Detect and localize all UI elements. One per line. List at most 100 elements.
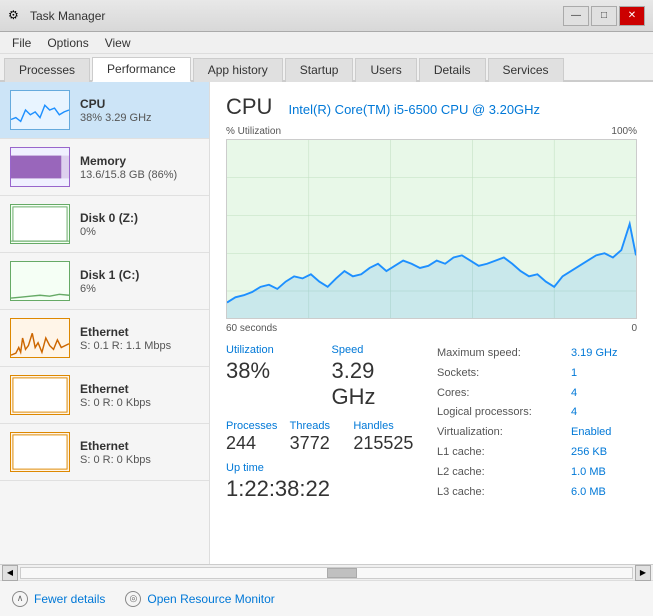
tab-details[interactable]: Details <box>419 58 486 82</box>
utilization-stat: Utilization 38% <box>226 344 312 410</box>
eth0-info: Ethernet S: 0.1 R: 1.1 Mbps <box>80 325 199 352</box>
eth2-label: Ethernet <box>80 439 199 453</box>
memory-value: 13.6/15.8 GB (86%) <box>80 169 199 181</box>
info-max-speed: Maximum speed: 3.19 GHz <box>437 344 637 364</box>
chart-label-utilization: % Utilization <box>226 126 281 137</box>
menu-view[interactable]: View <box>97 34 139 52</box>
sidebar-item-memory[interactable]: Memory 13.6/15.8 GB (86%) <box>0 139 209 196</box>
scroll-left-arrow[interactable]: ◀ <box>2 565 18 581</box>
info-key-l2: L2 cache: <box>437 463 567 483</box>
memory-info: Memory 13.6/15.8 GB (86%) <box>80 154 199 181</box>
eth1-thumb <box>10 375 70 415</box>
info-key-cores: Cores: <box>437 384 567 404</box>
stats-main: Utilization 38% Speed 3.29 GHz <box>226 344 417 410</box>
handles-stat: Handles 215525 <box>353 420 417 454</box>
eth0-value: S: 0.1 R: 1.1 Mbps <box>80 340 199 352</box>
scroll-thumb[interactable] <box>327 568 357 578</box>
panel-subtitle: Intel(R) Core(TM) i5-6500 CPU @ 3.20GHz <box>288 102 540 117</box>
eth2-info: Ethernet S: 0 R: 0 Kbps <box>80 439 199 466</box>
chart-label-max: 100% <box>611 126 637 137</box>
info-val-l1: 256 KB <box>571 443 607 463</box>
chart-labels-bottom: 60 seconds 0 <box>226 323 637 334</box>
uptime-stat: Up time 1:22:38:22 <box>226 462 417 502</box>
chart-time-start: 60 seconds <box>226 323 277 334</box>
minimize-button[interactable]: — <box>563 6 589 26</box>
tab-users[interactable]: Users <box>355 58 416 82</box>
cpu-info: CPU 38% 3.29 GHz <box>80 97 199 124</box>
fewer-details-button[interactable]: ∧ Fewer details <box>12 591 105 607</box>
chart-time-end: 0 <box>631 323 637 334</box>
speed-value: 3.29 GHz <box>332 358 418 410</box>
utilization-value: 38% <box>226 358 312 384</box>
close-button[interactable]: ✕ <box>619 6 645 26</box>
tab-startup[interactable]: Startup <box>285 58 354 82</box>
info-table: Maximum speed: 3.19 GHz Sockets: 1 Cores… <box>437 344 637 502</box>
fewer-details-label: Fewer details <box>34 592 105 606</box>
info-cores: Cores: 4 <box>437 384 637 404</box>
info-val-sockets: 1 <box>571 364 577 384</box>
resource-monitor-button[interactable]: ◎ Open Resource Monitor <box>125 591 274 607</box>
sidebar-item-cpu[interactable]: CPU 38% 3.29 GHz <box>0 82 209 139</box>
sidebar-item-eth2[interactable]: Ethernet S: 0 R: 0 Kbps <box>0 424 209 481</box>
processes-stat: Processes 244 <box>226 420 290 454</box>
sidebar-item-disk1[interactable]: Disk 1 (C:) 6% <box>0 253 209 310</box>
app-icon: ⚙ <box>8 8 24 24</box>
maximize-button[interactable]: □ <box>591 6 617 26</box>
handles-value: 215525 <box>353 433 417 454</box>
sidebar-item-eth0[interactable]: Ethernet S: 0.1 R: 1.1 Mbps <box>0 310 209 367</box>
utilization-label: Utilization <box>226 344 312 356</box>
sidebar-item-eth1[interactable]: Ethernet S: 0 R: 0 Kbps <box>0 367 209 424</box>
menu-options[interactable]: Options <box>39 34 96 52</box>
speed-label: Speed <box>332 344 418 356</box>
disk1-thumb <box>10 261 70 301</box>
disk0-value: 0% <box>80 226 199 238</box>
resource-monitor-icon: ◎ <box>125 591 141 607</box>
info-val-max-speed: 3.19 GHz <box>571 344 617 364</box>
stats-left: Utilization 38% Speed 3.29 GHz Processes… <box>226 344 417 502</box>
memory-label: Memory <box>80 154 199 168</box>
handles-label: Handles <box>353 420 417 432</box>
info-val-logical: 4 <box>571 403 577 423</box>
tab-processes[interactable]: Processes <box>4 58 90 82</box>
processes-label: Processes <box>226 420 290 432</box>
tab-apphistory[interactable]: App history <box>193 58 283 82</box>
threads-label: Threads <box>290 420 354 432</box>
info-val-l2: 1.0 MB <box>571 463 606 483</box>
eth0-thumb <box>10 318 70 358</box>
details-panel: Utilization 38% Speed 3.29 GHz Processes… <box>226 344 637 502</box>
info-virt: Virtualization: Enabled <box>437 423 637 443</box>
disk0-label: Disk 0 (Z:) <box>80 211 199 225</box>
info-key-logical: Logical processors: <box>437 403 567 423</box>
cpu-value: 38% 3.29 GHz <box>80 112 199 124</box>
bottom-bar: ∧ Fewer details ◎ Open Resource Monitor <box>0 580 653 616</box>
cpu-panel: CPU Intel(R) Core(TM) i5-6500 CPU @ 3.20… <box>210 82 653 564</box>
info-logical: Logical processors: 4 <box>437 403 637 423</box>
speed-stat: Speed 3.29 GHz <box>332 344 418 410</box>
info-key-sockets: Sockets: <box>437 364 567 384</box>
eth2-thumb <box>10 432 70 472</box>
menu-file[interactable]: File <box>4 34 39 52</box>
threads-value: 3772 <box>290 433 354 454</box>
info-column: Maximum speed: 3.19 GHz Sockets: 1 Cores… <box>437 344 637 502</box>
title-bar-left: ⚙ Task Manager <box>8 8 105 24</box>
tab-services[interactable]: Services <box>488 58 564 82</box>
scroll-track[interactable] <box>20 567 633 579</box>
disk1-value: 6% <box>80 283 199 295</box>
tab-performance[interactable]: Performance <box>92 57 191 82</box>
resource-monitor-label: Open Resource Monitor <box>147 592 274 606</box>
panel-header: CPU Intel(R) Core(TM) i5-6500 CPU @ 3.20… <box>226 94 637 120</box>
panel-title: CPU <box>226 94 272 120</box>
cpu-thumb <box>10 90 70 130</box>
scroll-right-arrow[interactable]: ▶ <box>635 565 651 581</box>
memory-thumb <box>10 147 70 187</box>
uptime-value: 1:22:38:22 <box>226 476 417 502</box>
sidebar-item-disk0[interactable]: Disk 0 (Z:) 0% <box>0 196 209 253</box>
info-key-l3: L3 cache: <box>437 483 567 503</box>
tab-bar: Processes Performance App history Startu… <box>0 54 653 82</box>
title-buttons: — □ ✕ <box>563 6 645 26</box>
info-val-virt: Enabled <box>571 423 611 443</box>
info-val-cores: 4 <box>571 384 577 404</box>
processes-value: 244 <box>226 433 290 454</box>
cpu-chart <box>226 139 637 319</box>
sidebar: CPU 38% 3.29 GHz Memory 13.6/15.8 GB (86… <box>0 82 210 564</box>
